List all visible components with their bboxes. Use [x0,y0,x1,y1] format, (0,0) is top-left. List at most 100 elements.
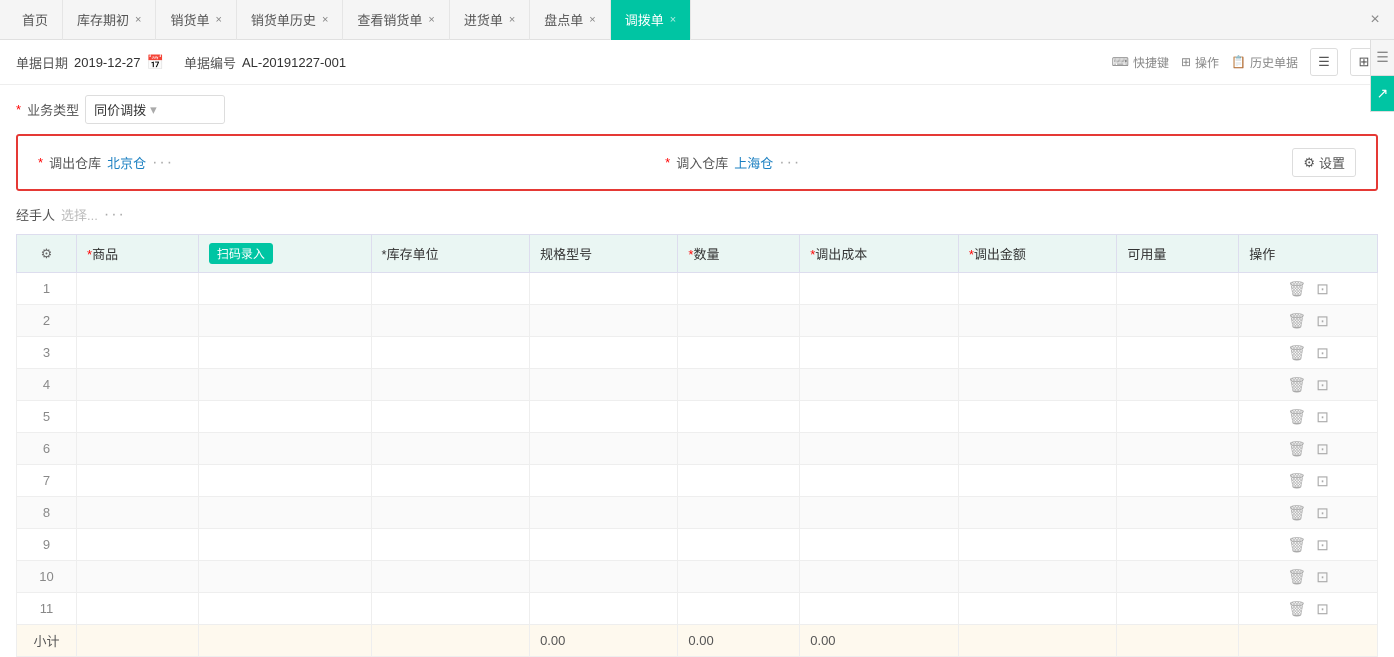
copy-icon[interactable]: ⊡ [1316,569,1329,586]
close-icon[interactable]: × [322,14,328,26]
row-product[interactable] [77,369,199,401]
delete-icon[interactable]: 🗑 [1288,409,1307,426]
row-spec[interactable] [530,273,678,305]
row-unit[interactable] [371,529,530,561]
warehouse-out-more-icon[interactable]: ··· [152,154,174,172]
row-unit[interactable] [371,433,530,465]
handler-select[interactable]: 选择... [61,205,98,224]
calendar-icon[interactable]: 📅 [147,54,164,71]
copy-icon[interactable]: ⊡ [1316,473,1329,490]
row-product[interactable] [77,401,199,433]
copy-icon[interactable]: ⊡ [1316,601,1329,618]
row-available[interactable] [1117,273,1239,305]
warehouse-in-value[interactable]: 上海仓 [734,153,773,172]
delete-icon[interactable]: 🗑 [1288,505,1307,522]
delete-icon[interactable]: 🗑 [1288,313,1307,330]
tab-transfer[interactable]: 调拨单 × [611,0,691,40]
row-available[interactable] [1117,305,1239,337]
row-cost[interactable] [800,593,959,625]
close-icon[interactable]: × [589,14,595,26]
row-available[interactable] [1117,433,1239,465]
close-icon[interactable]: × [215,14,221,26]
settings-button[interactable]: ⚙ 设置 [1292,148,1356,177]
row-unit[interactable] [371,561,530,593]
row-unit[interactable] [371,273,530,305]
window-close-button[interactable]: × [1364,9,1386,31]
row-qty[interactable] [678,433,800,465]
history-button[interactable]: 📋 历史单据 [1231,54,1298,71]
copy-icon[interactable]: ⊡ [1316,441,1329,458]
row-available[interactable] [1117,529,1239,561]
copy-icon[interactable]: ⊡ [1316,281,1329,298]
row-unit[interactable] [371,465,530,497]
row-amount[interactable] [958,305,1117,337]
row-spec[interactable] [530,593,678,625]
row-spec[interactable] [530,529,678,561]
row-cost[interactable] [800,465,959,497]
delete-icon[interactable]: 🗑 [1288,601,1307,618]
row-spec[interactable] [530,433,678,465]
row-cost[interactable] [800,497,959,529]
row-cost[interactable] [800,561,959,593]
copy-icon[interactable]: ⊡ [1316,377,1329,394]
row-qty[interactable] [678,401,800,433]
row-cost[interactable] [800,305,959,337]
row-amount[interactable] [958,593,1117,625]
warehouse-out-value[interactable]: 北京仓 [107,153,146,172]
row-qty[interactable] [678,273,800,305]
row-available[interactable] [1117,497,1239,529]
row-spec[interactable] [530,337,678,369]
row-product[interactable] [77,497,199,529]
row-qty[interactable] [678,561,800,593]
row-cost[interactable] [800,369,959,401]
tab-purchase[interactable]: 进货单 × [450,0,530,40]
copy-icon[interactable]: ⊡ [1316,409,1329,426]
row-unit[interactable] [371,337,530,369]
row-spec[interactable] [530,305,678,337]
row-cost[interactable] [800,337,959,369]
row-qty[interactable] [678,369,800,401]
row-qty[interactable] [678,465,800,497]
delete-icon[interactable]: 🗑 [1288,473,1307,490]
warehouse-in-more-icon[interactable]: ··· [779,154,801,172]
delete-icon[interactable]: 🗑 [1288,569,1307,586]
row-amount[interactable] [958,561,1117,593]
row-available[interactable] [1117,465,1239,497]
tab-inventory-init[interactable]: 库存期初 × [63,0,156,40]
row-available[interactable] [1117,369,1239,401]
row-unit[interactable] [371,305,530,337]
row-qty[interactable] [678,305,800,337]
tab-view-sales[interactable]: 查看销货单 × [343,0,449,40]
row-spec[interactable] [530,561,678,593]
row-cost[interactable] [800,433,959,465]
delete-icon[interactable]: 🗑 [1288,345,1307,362]
row-unit[interactable] [371,401,530,433]
row-spec[interactable] [530,465,678,497]
row-product[interactable] [77,433,199,465]
sidebar-export-icon[interactable]: ↗ [1371,76,1394,112]
close-icon[interactable]: × [428,14,434,26]
row-amount[interactable] [958,465,1117,497]
tab-inventory-check[interactable]: 盘点单 × [530,0,610,40]
row-available[interactable] [1117,593,1239,625]
delete-icon[interactable]: 🗑 [1288,281,1307,298]
row-available[interactable] [1117,337,1239,369]
row-spec[interactable] [530,369,678,401]
row-unit[interactable] [371,369,530,401]
business-type-select[interactable]: 同价调拨 ▾ [85,95,225,124]
row-amount[interactable] [958,369,1117,401]
delete-icon[interactable]: 🗑 [1288,377,1307,394]
row-amount[interactable] [958,433,1117,465]
delete-icon[interactable]: 🗑 [1288,537,1307,554]
sidebar-list-icon[interactable]: ☰ [1371,40,1394,76]
row-qty[interactable] [678,337,800,369]
row-qty[interactable] [678,529,800,561]
row-product[interactable] [77,305,199,337]
column-gear[interactable]: ⚙ [17,235,77,273]
shortcut-button[interactable]: ⌨ 快捷键 [1112,54,1169,71]
tab-sales-order[interactable]: 销货单 × [156,0,236,40]
row-qty[interactable] [678,497,800,529]
copy-icon[interactable]: ⊡ [1316,313,1329,330]
copy-icon[interactable]: ⊡ [1316,505,1329,522]
close-icon[interactable]: × [509,14,515,26]
